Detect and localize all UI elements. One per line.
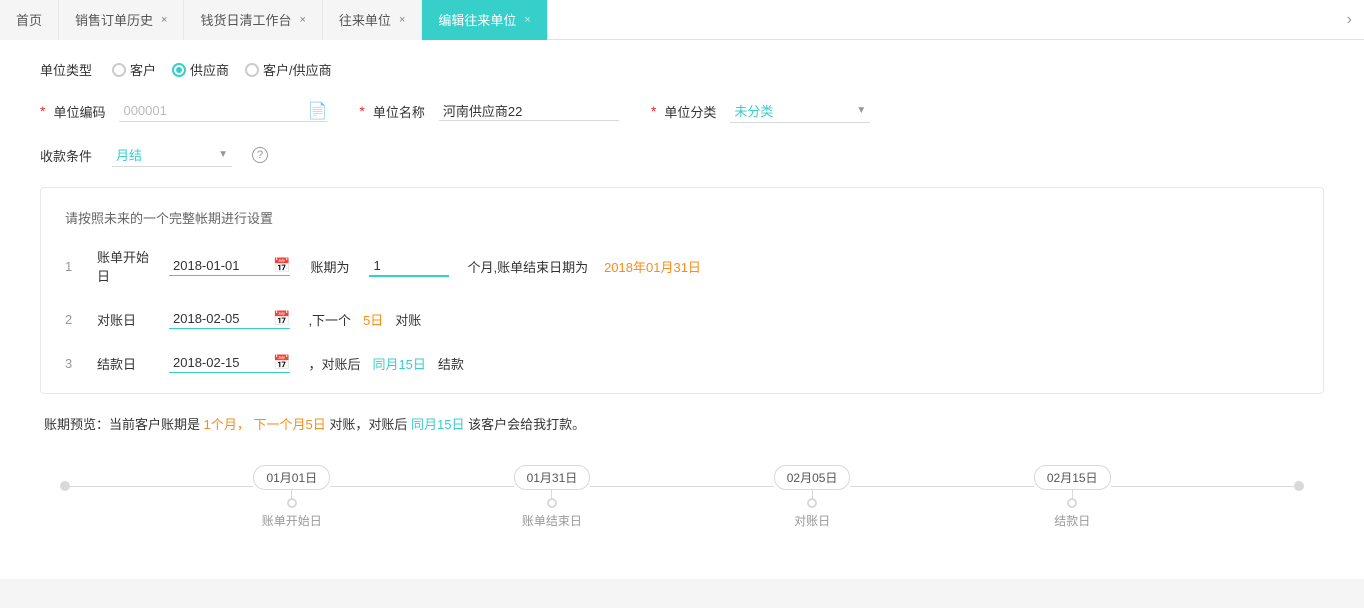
unit-name-input[interactable] — [439, 101, 619, 121]
unit-code-input-wrapper: 📄 — [119, 101, 327, 122]
tl-label-2: 账单结束日 — [522, 512, 582, 529]
field-label-1: 账单开始日 — [97, 247, 157, 285]
preview-part1: 1个月， — [204, 417, 250, 432]
preview-part5: 该客户会给我打款。 — [468, 417, 585, 432]
reconcile-date-wrapper: 📅 — [169, 309, 290, 329]
reconcile-date-input[interactable] — [169, 309, 269, 328]
tl-line-4 — [850, 486, 1033, 487]
radio-supplier[interactable]: 供应商 — [172, 60, 229, 79]
radio-circle-both — [245, 63, 259, 77]
unit-name-label: 单位名称 — [373, 102, 425, 121]
calendar-icon-3[interactable]: 📅 — [273, 354, 290, 371]
payment-date-input[interactable] — [169, 353, 269, 372]
preview-text-block: 账期预览：当前客户账期是 1个月， 下一个月5日 对账，对账后 同月15日 该客… — [40, 414, 1324, 433]
unit-type-row: 单位类型 客户 供应商 客户/供应商 — [40, 60, 1324, 79]
unit-category-label: 单位分类 — [664, 102, 716, 121]
unit-category-value: 未分类 — [734, 101, 850, 120]
tl-badge-3: 02月05日 — [774, 465, 851, 490]
radio-both[interactable]: 客户/供应商 — [245, 60, 332, 79]
setting-row-1: 1 账单开始日 📅 账期为 个月,账单结束日期为 2018年01月31日 — [65, 247, 1299, 285]
tabs-bar: 首页 销售订单历史 × 钱货日清工作台 × 往来单位 × 编辑往来单位 × › — [0, 0, 1364, 40]
preview-part2: 下一个月5日 — [254, 417, 326, 432]
unit-category-group: * 单位分类 未分类 ▼ — [651, 99, 870, 123]
unit-type-label: 单位类型 — [40, 60, 92, 79]
tab-edit-partner[interactable]: 编辑往来单位 × — [422, 0, 547, 40]
tl-badge-4: 02月15日 — [1034, 465, 1111, 490]
preview-part3: 对账，对账后 — [329, 417, 407, 432]
tabs-scroll-arrow[interactable]: › — [1335, 0, 1364, 40]
calendar-icon-2[interactable]: 📅 — [273, 310, 290, 327]
timeline-container: 01月01日 账单开始日 01月31日 账单结束日 02月05日 — [40, 457, 1324, 559]
payment-post: 结款 — [438, 354, 464, 373]
payment-cond-value: 月结 — [116, 145, 212, 164]
card-title: 请按照未来的一个完整帐期进行设置 — [65, 208, 1299, 227]
payment-date-wrapper: 📅 — [169, 353, 290, 373]
setting-row-3: 3 结款日 📅 ，对账后 同月15日 结款 — [65, 353, 1299, 373]
tl-node-3: 02月05日 对账日 — [774, 465, 851, 529]
period-input[interactable] — [369, 256, 449, 275]
radio-circle-supplier — [172, 63, 186, 77]
payment-row: 收款条件 月结 ▼ ? — [40, 143, 1324, 167]
reconcile-day-highlight: 5日 — [363, 310, 383, 329]
tl-line-2 — [330, 486, 513, 487]
tab-partner-unit[interactable]: 往来单位 × — [323, 0, 422, 40]
start-date-input[interactable] — [169, 256, 269, 275]
tl-label-3: 对账日 — [794, 512, 830, 529]
tl-label-1: 账单开始日 — [262, 512, 322, 529]
chevron-down-icon-pay: ▼ — [218, 149, 228, 160]
tl-badge-1: 01月01日 — [253, 465, 330, 490]
row-num-3: 3 — [65, 356, 85, 371]
tab-home[interactable]: 首页 — [0, 0, 59, 40]
preview-part4: 同月15日 — [411, 417, 464, 432]
reconcile-pre: ,下一个 — [308, 310, 351, 329]
tl-node-2: 01月31日 账单结束日 — [514, 465, 591, 529]
unit-category-select[interactable]: 未分类 ▼ — [730, 99, 870, 123]
payment-day-highlight: 同月15日 — [372, 354, 425, 373]
settings-card: 请按照未来的一个完整帐期进行设置 1 账单开始日 📅 账期为 个月,账单结束日期… — [40, 187, 1324, 394]
close-cash-work[interactable]: × — [299, 14, 305, 26]
payment-pre: ，对账后 — [308, 354, 360, 373]
period-suffix: 个月,账单结束日期为 — [467, 257, 588, 276]
row-num-1: 1 — [65, 259, 85, 274]
tl-line-5 — [1111, 486, 1294, 487]
chevron-down-icon: ▼ — [856, 105, 866, 116]
field-label-2: 对账日 — [97, 310, 157, 329]
tab-sales-history[interactable]: 销售订单历史 × — [59, 0, 184, 40]
tl-node-1: 01月01日 账单开始日 — [253, 465, 330, 529]
radio-circle-customer — [112, 63, 126, 77]
period-label: 账期为 — [310, 257, 349, 276]
calendar-icon-1[interactable]: 📅 — [273, 257, 290, 274]
tl-badge-2: 01月31日 — [514, 465, 591, 490]
payment-cond-label: 收款条件 — [40, 146, 92, 165]
help-icon[interactable]: ? — [252, 147, 268, 163]
tl-start-dot — [60, 465, 70, 491]
doc-icon[interactable]: 📄 — [307, 101, 327, 121]
payment-cond-select[interactable]: 月结 ▼ — [112, 143, 232, 167]
reconcile-post: 对账 — [395, 310, 421, 329]
close-sales-history[interactable]: × — [161, 14, 167, 26]
unit-info-row: * 单位编码 📄 * 单位名称 * 单位分类 未分类 ▼ — [40, 99, 1324, 123]
main-content: 单位类型 客户 供应商 客户/供应商 * 单位编码 📄 — [0, 40, 1364, 579]
radio-customer[interactable]: 客户 — [112, 60, 156, 79]
tl-node-4: 02月15日 结款日 — [1034, 465, 1111, 529]
setting-row-2: 2 对账日 📅 ,下一个 5日 对账 — [65, 309, 1299, 329]
start-date-wrapper: 📅 — [169, 256, 290, 276]
field-label-3: 结款日 — [97, 354, 157, 373]
close-edit-partner[interactable]: × — [524, 14, 530, 26]
close-partner-unit[interactable]: × — [399, 14, 405, 26]
unit-type-radio-group: 客户 供应商 客户/供应商 — [112, 60, 332, 79]
tl-line-3 — [590, 486, 773, 487]
end-date-highlight: 2018年01月31日 — [604, 257, 701, 276]
unit-name-group: * 单位名称 — [359, 101, 618, 121]
unit-code-input[interactable] — [119, 101, 303, 120]
period-input-wrapper — [369, 256, 449, 277]
unit-code-label: 单位编码 — [53, 102, 105, 121]
tl-label-4: 结款日 — [1054, 512, 1090, 529]
row-num-2: 2 — [65, 312, 85, 327]
unit-code-group: * 单位编码 📄 — [40, 101, 327, 122]
tl-end-dot — [1294, 465, 1304, 491]
preview-label: 账期预览：当前客户账期是 — [44, 417, 200, 432]
tl-line-1 — [70, 486, 253, 487]
tab-cash-work[interactable]: 钱货日清工作台 × — [184, 0, 322, 40]
